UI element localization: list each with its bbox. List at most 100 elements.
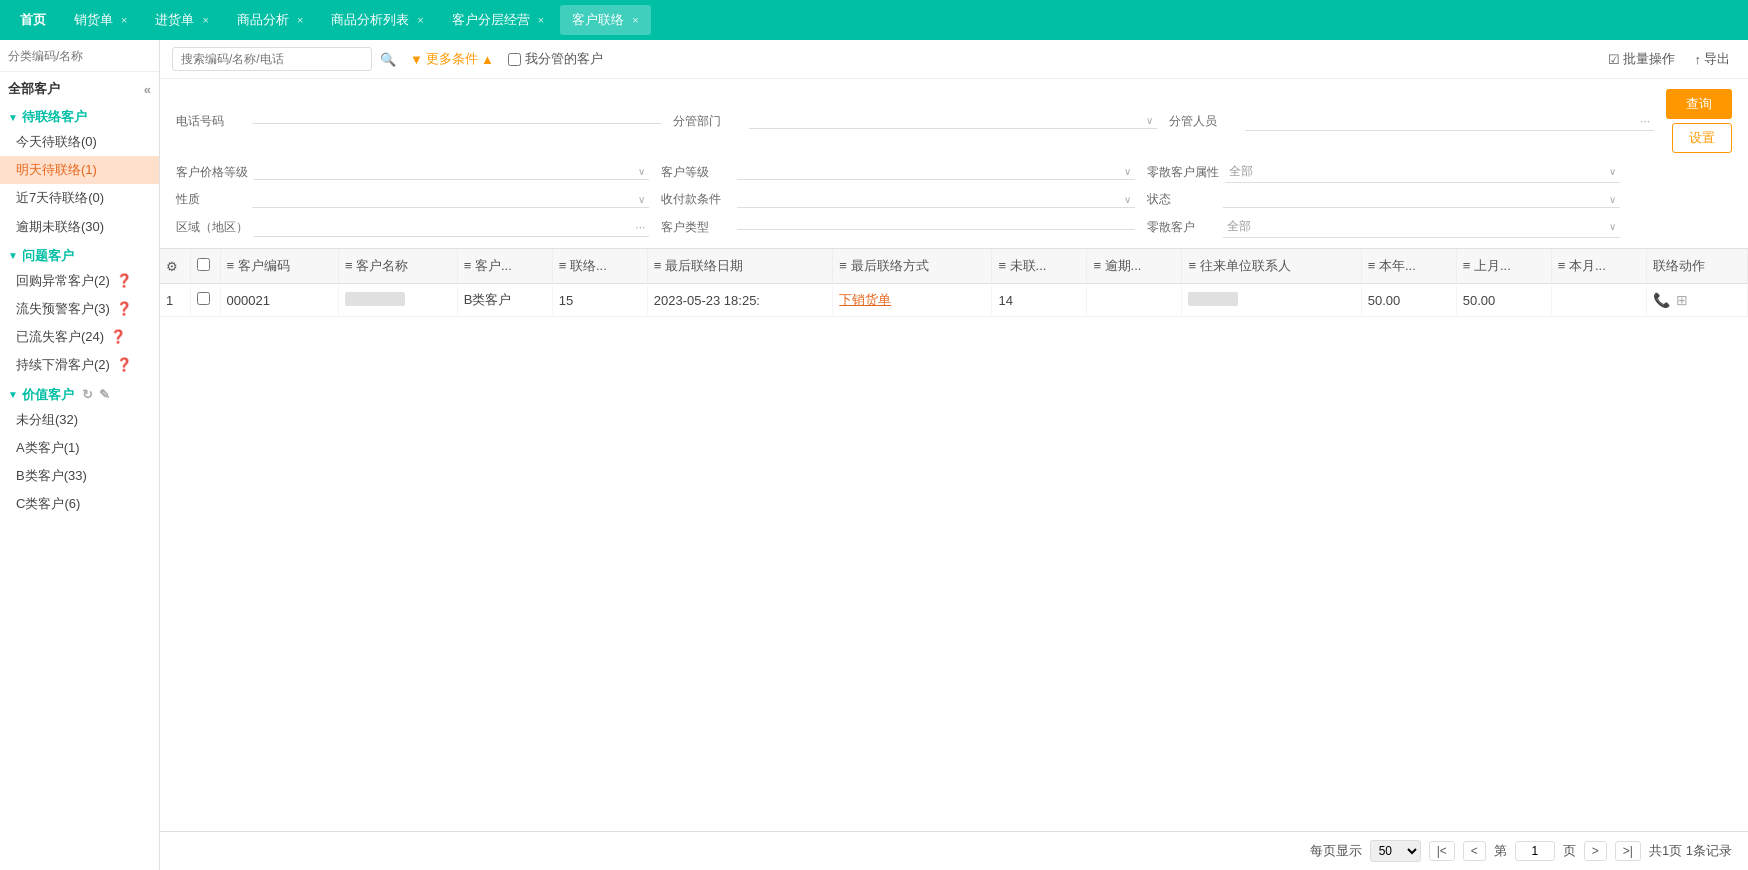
payment-select[interactable]: ∨ xyxy=(737,192,1134,208)
nav-purchase[interactable]: 进货单 × xyxy=(143,5,220,35)
table-header-row: ⚙ ≡ 客户编码 ≡ 客户名称 ≡ 客户... ≡ 联络... ≡ 最后联络日期… xyxy=(160,249,1748,284)
close-sales-icon[interactable]: × xyxy=(121,14,127,26)
first-page-button[interactable]: |< xyxy=(1429,841,1455,861)
phone-label: 电话号码 xyxy=(176,113,246,130)
customer-table: ⚙ ≡ 客户编码 ≡ 客户名称 ≡ 客户... ≡ 联络... ≡ 最后联络日期… xyxy=(160,249,1748,317)
sidebar-item-overdue-contact[interactable]: 逾期未联络(30) xyxy=(0,213,159,241)
col-last-contact-date[interactable]: ≡ 最后联络日期 xyxy=(647,249,833,284)
sidebar-item-churned[interactable]: 已流失客户(24) ❓ xyxy=(0,323,159,351)
status-select[interactable]: ∨ xyxy=(1223,192,1620,208)
field-customer-type: 客户类型 xyxy=(661,219,1134,236)
nav-goods-analysis-list[interactable]: 商品分析列表 × xyxy=(319,5,435,35)
close-customer-layer-icon[interactable]: × xyxy=(538,14,544,26)
row-checkbox[interactable] xyxy=(197,292,210,305)
col-last-month[interactable]: ≡ 上月... xyxy=(1456,249,1551,284)
retail-attr-arrow-icon: ∨ xyxy=(1609,166,1616,177)
filter-row-4: 区域（地区） ··· 客户类型 零散客户 全部 ∨ xyxy=(176,216,1732,238)
col-company-contact[interactable]: ≡ 往来单位联系人 xyxy=(1182,249,1361,284)
cell-checkbox[interactable] xyxy=(190,284,220,317)
last-page-button[interactable]: >| xyxy=(1615,841,1641,861)
field-status: 状态 ∨ xyxy=(1147,191,1620,208)
manager-input[interactable]: ··· xyxy=(1245,112,1654,131)
prev-page-button[interactable]: < xyxy=(1463,841,1486,861)
customer-level-select[interactable]: ∨ xyxy=(737,164,1134,180)
nav-customer-contact[interactable]: 客户联络 × xyxy=(560,5,650,35)
search-input[interactable] xyxy=(172,47,372,71)
cell-code: 000021 xyxy=(220,284,339,317)
col-this-month[interactable]: ≡ 本月... xyxy=(1551,249,1646,284)
col-last-contact-method[interactable]: ≡ 最后联络方式 xyxy=(833,249,992,284)
col-name[interactable]: ≡ 客户名称 xyxy=(339,249,458,284)
sidebar-item-repurchase-abnormal[interactable]: 回购异常客户(2) ❓ xyxy=(0,267,159,295)
sidebar-item-7days-contact[interactable]: 近7天待联络(0) xyxy=(0,184,159,212)
question-icon-2: ❓ xyxy=(116,301,132,316)
nav-home[interactable]: 首页 xyxy=(8,5,58,35)
all-customers-header[interactable]: 全部客户 « xyxy=(0,72,159,102)
batch-operation-button[interactable]: ☑ 批量操作 xyxy=(1602,46,1681,72)
close-purchase-icon[interactable]: × xyxy=(202,14,208,26)
cell-last-contact-date: 2023-05-23 18:25: xyxy=(647,284,833,317)
page-label: 第 xyxy=(1494,842,1507,860)
export-icon: ↑ xyxy=(1695,52,1702,67)
price-level-select[interactable]: ∨ xyxy=(254,164,649,180)
select-all-checkbox[interactable] xyxy=(197,258,210,271)
nav-sales[interactable]: 销货单 × xyxy=(62,5,139,35)
filter-row-3: 性质 ∨ 收付款条件 ∨ 状态 xyxy=(176,191,1732,208)
col-overdue[interactable]: ≡ 逾期... xyxy=(1087,249,1182,284)
sidebar-item-ungrouped[interactable]: 未分组(32) xyxy=(0,406,159,434)
sidebar-search-input[interactable] xyxy=(8,49,158,63)
cell-last-contact-method[interactable]: 下销货单 xyxy=(833,284,992,317)
retail-customer-select[interactable]: 全部 ∨ xyxy=(1223,216,1620,238)
settings-button[interactable]: 设置 xyxy=(1672,123,1732,153)
triangle-icon-3: ▼ xyxy=(8,389,18,400)
sidebar-item-declining[interactable]: 持续下滑客户(2) ❓ xyxy=(0,351,159,379)
filter-actions: 查询 设置 xyxy=(1666,89,1732,153)
col-checkbox[interactable] xyxy=(190,249,220,284)
nav-goods-analysis[interactable]: 商品分析 × xyxy=(225,5,315,35)
sidebar-item-c-class[interactable]: C类客户(6) xyxy=(0,490,159,518)
question-icon-3: ❓ xyxy=(110,329,126,344)
collapse-icon[interactable]: « xyxy=(144,82,151,97)
col-type[interactable]: ≡ 客户... xyxy=(457,249,552,284)
my-customers-checkbox[interactable] xyxy=(508,53,521,66)
region-dots-icon: ··· xyxy=(635,220,645,234)
col-contact-count[interactable]: ≡ 联络... xyxy=(552,249,647,284)
close-customer-contact-icon[interactable]: × xyxy=(632,14,638,26)
sidebar-item-churn-warning[interactable]: 流失预警客户(3) ❓ xyxy=(0,295,159,323)
refresh-icon[interactable]: ↻ xyxy=(82,387,93,402)
nature-select[interactable]: ∨ xyxy=(252,192,649,208)
page-input[interactable] xyxy=(1515,841,1555,861)
export-button[interactable]: ↑ 导出 xyxy=(1689,46,1737,72)
region-input[interactable]: ··· xyxy=(254,218,649,237)
cell-type: B类客户 xyxy=(457,284,552,317)
my-customers-checkbox-label[interactable]: 我分管的客户 xyxy=(508,50,603,68)
query-button[interactable]: 查询 xyxy=(1666,89,1732,119)
col-code[interactable]: ≡ 客户编码 xyxy=(220,249,339,284)
manager-label: 分管人员 xyxy=(1169,113,1239,130)
dept-select[interactable]: ∨ xyxy=(749,113,1158,129)
retail-customer-label: 零散客户 xyxy=(1147,219,1217,236)
col-uncontacted[interactable]: ≡ 未联... xyxy=(992,249,1087,284)
action-phone-icon[interactable]: 📞 xyxy=(1653,292,1670,308)
sidebar-item-tomorrow-contact[interactable]: 明天待联络(1) xyxy=(0,156,159,184)
sidebar-item-a-class[interactable]: A类客户(1) xyxy=(0,434,159,462)
sidebar-item-today-contact[interactable]: 今天待联络(0) xyxy=(0,128,159,156)
search-icon[interactable]: 🔍 xyxy=(380,52,396,67)
col-settings[interactable]: ⚙ xyxy=(160,249,190,284)
close-goods-analysis-icon[interactable]: × xyxy=(297,14,303,26)
customer-level-arrow-icon: ∨ xyxy=(1124,166,1131,177)
close-goods-analysis-list-icon[interactable]: × xyxy=(417,14,423,26)
sidebar-item-b-class[interactable]: B类客户(33) xyxy=(0,462,159,490)
nav-customer-layer[interactable]: 客户分层经营 × xyxy=(440,5,556,35)
more-conditions-button[interactable]: ▼ 更多条件 ▲ xyxy=(404,46,500,72)
retail-attr-select[interactable]: 全部 ∨ xyxy=(1225,161,1620,183)
edit-icon[interactable]: ✎ xyxy=(99,387,110,402)
customer-type-input[interactable] xyxy=(737,225,1134,230)
phone-input[interactable] xyxy=(252,119,661,124)
page-size-select[interactable]: 50 100 200 xyxy=(1370,840,1421,862)
next-page-button[interactable]: > xyxy=(1584,841,1607,861)
col-this-year[interactable]: ≡ 本年... xyxy=(1361,249,1456,284)
retail-customer-arrow-icon: ∨ xyxy=(1609,221,1616,232)
action-grid-icon[interactable]: ⊞ xyxy=(1676,292,1688,308)
pagination-bar: 每页显示 50 100 200 |< < 第 页 > >| 共1页 1条记录 xyxy=(160,831,1748,870)
